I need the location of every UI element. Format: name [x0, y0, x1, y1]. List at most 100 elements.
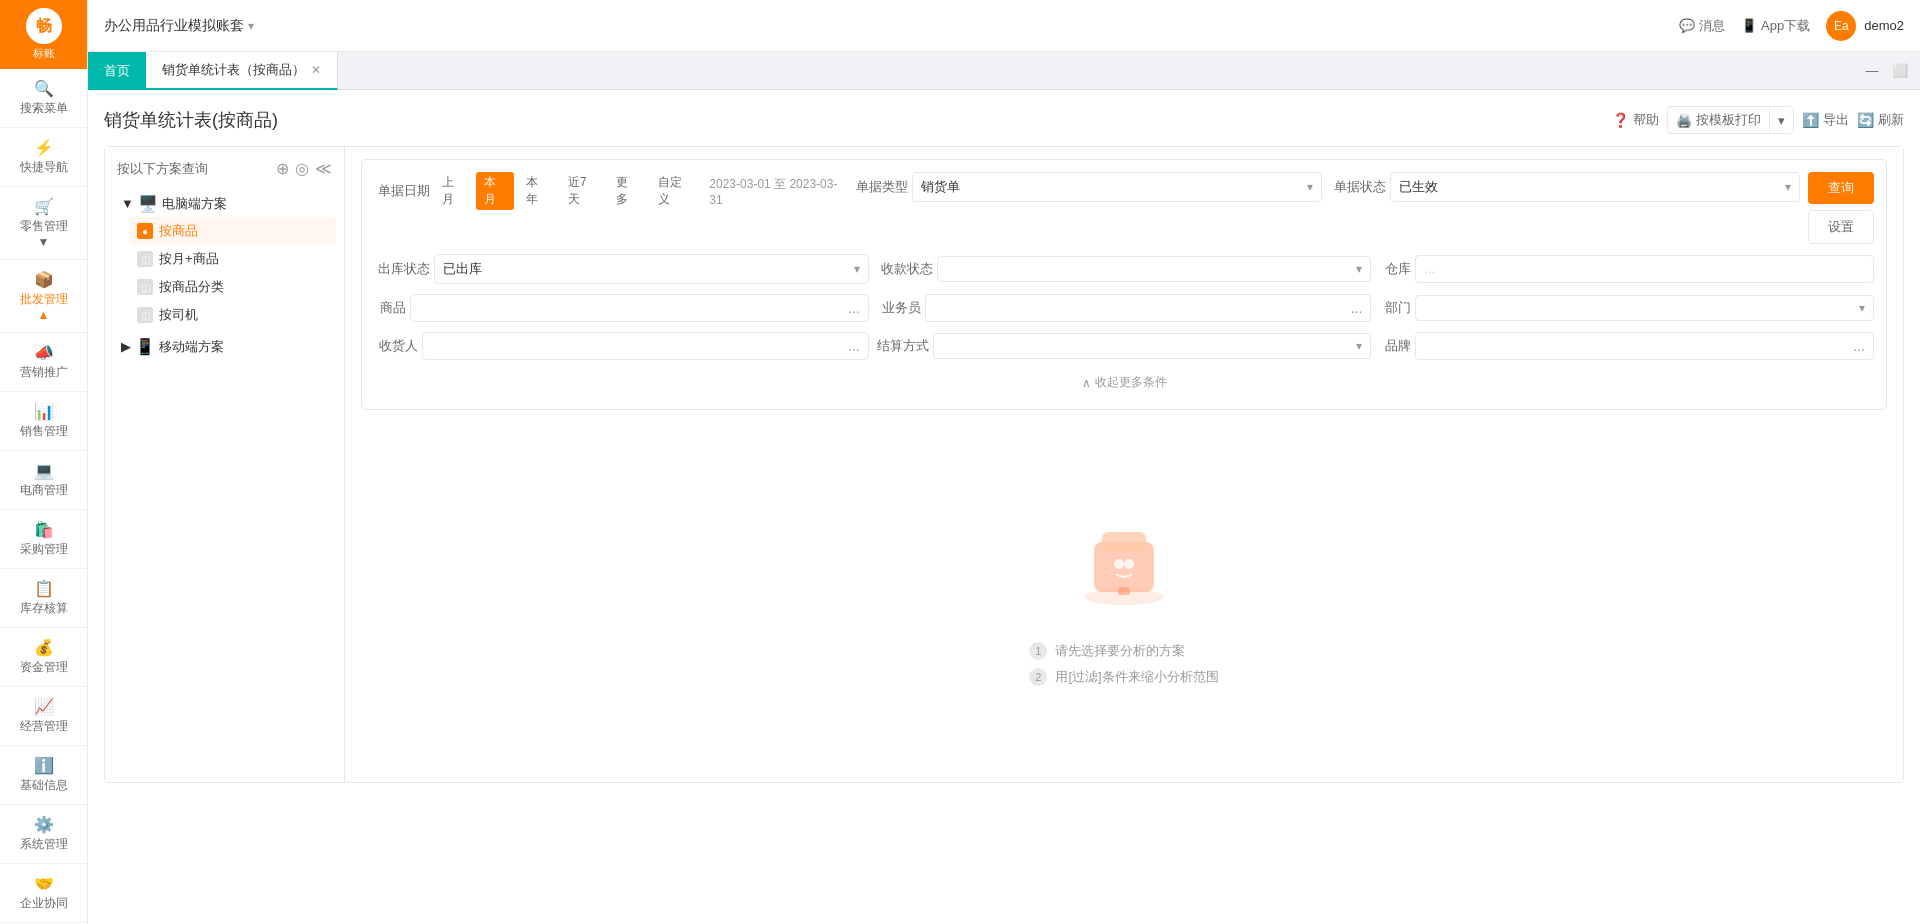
sidebar-item-sales[interactable]: 📊 销售管理	[0, 392, 87, 451]
sidebar-item-search-label: 搜索菜单	[20, 100, 68, 117]
dept-label: 部门	[1379, 299, 1411, 317]
logo: 畅 标账	[0, 0, 87, 69]
print-main-btn[interactable]: 🖨️ 按模板打印	[1668, 107, 1770, 133]
settle-select[interactable]: ▾	[933, 333, 1372, 359]
empty-step-1: 1 请先选择要分析的方案	[1029, 638, 1218, 664]
collapse-bar[interactable]: ∧ 收起更多条件	[374, 368, 1874, 397]
date-tab-7days[interactable]: 近7天	[560, 172, 604, 210]
add-scheme-icon[interactable]: ⊕	[276, 159, 289, 178]
collapse-panel-icon[interactable]: ≪	[315, 159, 332, 178]
sidebar-item-retail[interactable]: 🛒 零售管理 ▼	[0, 187, 87, 260]
sidebar-item-operations[interactable]: 📈 经营管理	[0, 687, 87, 746]
tab-sales-stats-label: 销货单统计表（按商品）	[162, 61, 305, 79]
type-select[interactable]: 销货单 ▾	[912, 172, 1322, 202]
help-label: 帮助	[1633, 111, 1659, 129]
tree-child-by-goods[interactable]: ● 按商品	[129, 217, 336, 245]
appdownload-btn[interactable]: 📱 App下载	[1741, 17, 1810, 35]
sidebar-item-system-label: 系统管理	[20, 836, 68, 853]
tree-section-pc: ▼ 🖥️ 电脑端方案 ● 按商品 ◫ 按月+商品	[113, 190, 336, 329]
purchase-icon: 🛍️	[34, 520, 54, 539]
dept-select[interactable]: ▾	[1415, 295, 1874, 321]
date-tabs: 上月 本月 本年 近7天 更多 自定义	[434, 172, 699, 210]
date-tab-more[interactable]: 更多	[608, 172, 646, 210]
tab-sales-stats[interactable]: 销货单统计表（按商品） ✕	[146, 52, 338, 90]
sidebar: 畅 标账 🔍 搜索菜单 ⚡ 快捷导航 🛒 零售管理 ▼ 📦 批发管理 ▲ 📣 营…	[0, 0, 88, 924]
warehouse-input[interactable]: ...	[1415, 255, 1874, 283]
print-icon: 🖨️	[1676, 113, 1692, 128]
goods-dots[interactable]: ...	[848, 300, 860, 316]
topbar-dropdown-arrow[interactable]: ▾	[248, 19, 254, 33]
tree-child-by-driver[interactable]: ◫ 按司机	[129, 301, 336, 329]
message-btn[interactable]: 💬 消息	[1679, 17, 1725, 35]
status-arrow: ▾	[1785, 180, 1791, 194]
sidebar-item-finance-label: 资金管理	[20, 659, 68, 676]
svg-rect-2	[1102, 532, 1146, 552]
tab-minimize-btn[interactable]: —	[1860, 59, 1884, 83]
tree-section-pc-header[interactable]: ▼ 🖥️ 电脑端方案	[113, 190, 336, 217]
page-actions: ❓ 帮助 🖨️ 按模板打印 ▾ ⬆️ 导出	[1612, 106, 1904, 134]
brand-dots[interactable]: ...	[1853, 338, 1865, 354]
warehouse-dots: ...	[1424, 261, 1435, 276]
refresh-icon: 🔄	[1857, 112, 1874, 128]
date-tab-thismonth[interactable]: 本月	[476, 172, 514, 210]
sidebar-item-collab[interactable]: 🤝 企业协同	[0, 864, 87, 923]
wholesale-icon: 📦	[34, 270, 54, 289]
print-dropdown-btn[interactable]: ▾	[1770, 109, 1793, 132]
page-title-text: 销货单统计表(按商品)	[104, 108, 278, 132]
help-btn[interactable]: ❓ 帮助	[1612, 111, 1659, 129]
content-area: 销货单统计表(按商品) ❓ 帮助 🖨️ 按模板打印 ▾	[88, 90, 1920, 924]
topbar: 办公用品行业模拟账套 ▾ 💬 消息 📱 App下载 Ea demo2	[88, 0, 1920, 52]
tree-section-mobile-label: 移动端方案	[159, 338, 224, 356]
sidebar-item-ecom-label: 电商管理	[20, 482, 68, 499]
sidebar-item-ecom[interactable]: 💻 电商管理	[0, 451, 87, 510]
date-tab-thisyear[interactable]: 本年	[518, 172, 556, 210]
user-area: Ea demo2	[1826, 11, 1904, 41]
sidebar-item-marketing[interactable]: 📣 营销推广	[0, 333, 87, 392]
tree-child-by-category[interactable]: ◫ 按商品分类	[129, 273, 336, 301]
tab-maximize-btn[interactable]: ⬜	[1888, 59, 1912, 83]
sidebar-item-inventory[interactable]: 📋 库存核算	[0, 569, 87, 628]
sidebar-item-finance[interactable]: 💰 资金管理	[0, 628, 87, 687]
settings-btn[interactable]: 设置	[1808, 210, 1874, 244]
sidebar-item-search[interactable]: 🔍 搜索菜单	[0, 69, 87, 128]
tree-child-by-month[interactable]: ◫ 按月+商品	[129, 245, 336, 273]
status-select[interactable]: 已生效 ▾	[1390, 172, 1800, 202]
sidebar-item-quicknav[interactable]: ⚡ 快捷导航	[0, 128, 87, 187]
tab-close-icon[interactable]: ✕	[311, 63, 321, 77]
ecom-icon: 💻	[34, 461, 54, 480]
collapse-icon: ∧	[1082, 376, 1091, 390]
tab-home[interactable]: 首页	[88, 52, 146, 90]
svg-rect-5	[1118, 587, 1130, 595]
tree-section-mobile-header[interactable]: ▶ 📱 移动端方案	[113, 333, 336, 360]
sidebar-item-system[interactable]: ⚙️ 系统管理	[0, 805, 87, 864]
staff-label: 业务员	[877, 299, 921, 317]
svg-point-3	[1114, 559, 1124, 569]
page: 销货单统计表(按商品) ❓ 帮助 🖨️ 按模板打印 ▾	[88, 90, 1920, 924]
type-label: 单据类型	[852, 178, 908, 196]
receiver-dots[interactable]: ...	[848, 338, 860, 354]
query-btn[interactable]: 查询	[1808, 172, 1874, 204]
sidebar-item-quicknav-label: 快捷导航	[20, 159, 68, 176]
refresh-btn[interactable]: 🔄 刷新	[1857, 111, 1904, 129]
date-tab-custom[interactable]: 自定义	[650, 172, 699, 210]
collapse-label: 收起更多条件	[1095, 374, 1167, 391]
recv-select[interactable]: ▾	[937, 256, 1372, 282]
sidebar-item-purchase[interactable]: 🛍️ 采购管理	[0, 510, 87, 569]
out-select[interactable]: 已出库 ▾	[434, 254, 869, 284]
edit-scheme-icon[interactable]: ◎	[295, 159, 309, 178]
sidebar-item-basic-label: 基础信息	[20, 777, 68, 794]
brand-label: 品牌	[1379, 337, 1411, 355]
staff-dots[interactable]: ...	[1351, 300, 1363, 316]
by-goods-icon: ●	[137, 223, 153, 239]
wholesale-arrow: ▲	[38, 308, 50, 322]
step-2-num: 2	[1029, 668, 1047, 686]
receiver-label: 收货人	[374, 337, 418, 355]
export-icon: ⬆️	[1802, 112, 1819, 128]
sidebar-item-wholesale[interactable]: 📦 批发管理 ▲	[0, 260, 87, 333]
out-label: 出库状态	[374, 260, 430, 278]
topbar-title-text: 办公用品行业模拟账套	[104, 17, 244, 35]
sidebar-item-basic[interactable]: ℹ️ 基础信息	[0, 746, 87, 805]
date-tab-lastmonth[interactable]: 上月	[434, 172, 472, 210]
export-btn[interactable]: ⬆️ 导出	[1802, 111, 1849, 129]
warehouse-label: 仓库	[1379, 260, 1411, 278]
